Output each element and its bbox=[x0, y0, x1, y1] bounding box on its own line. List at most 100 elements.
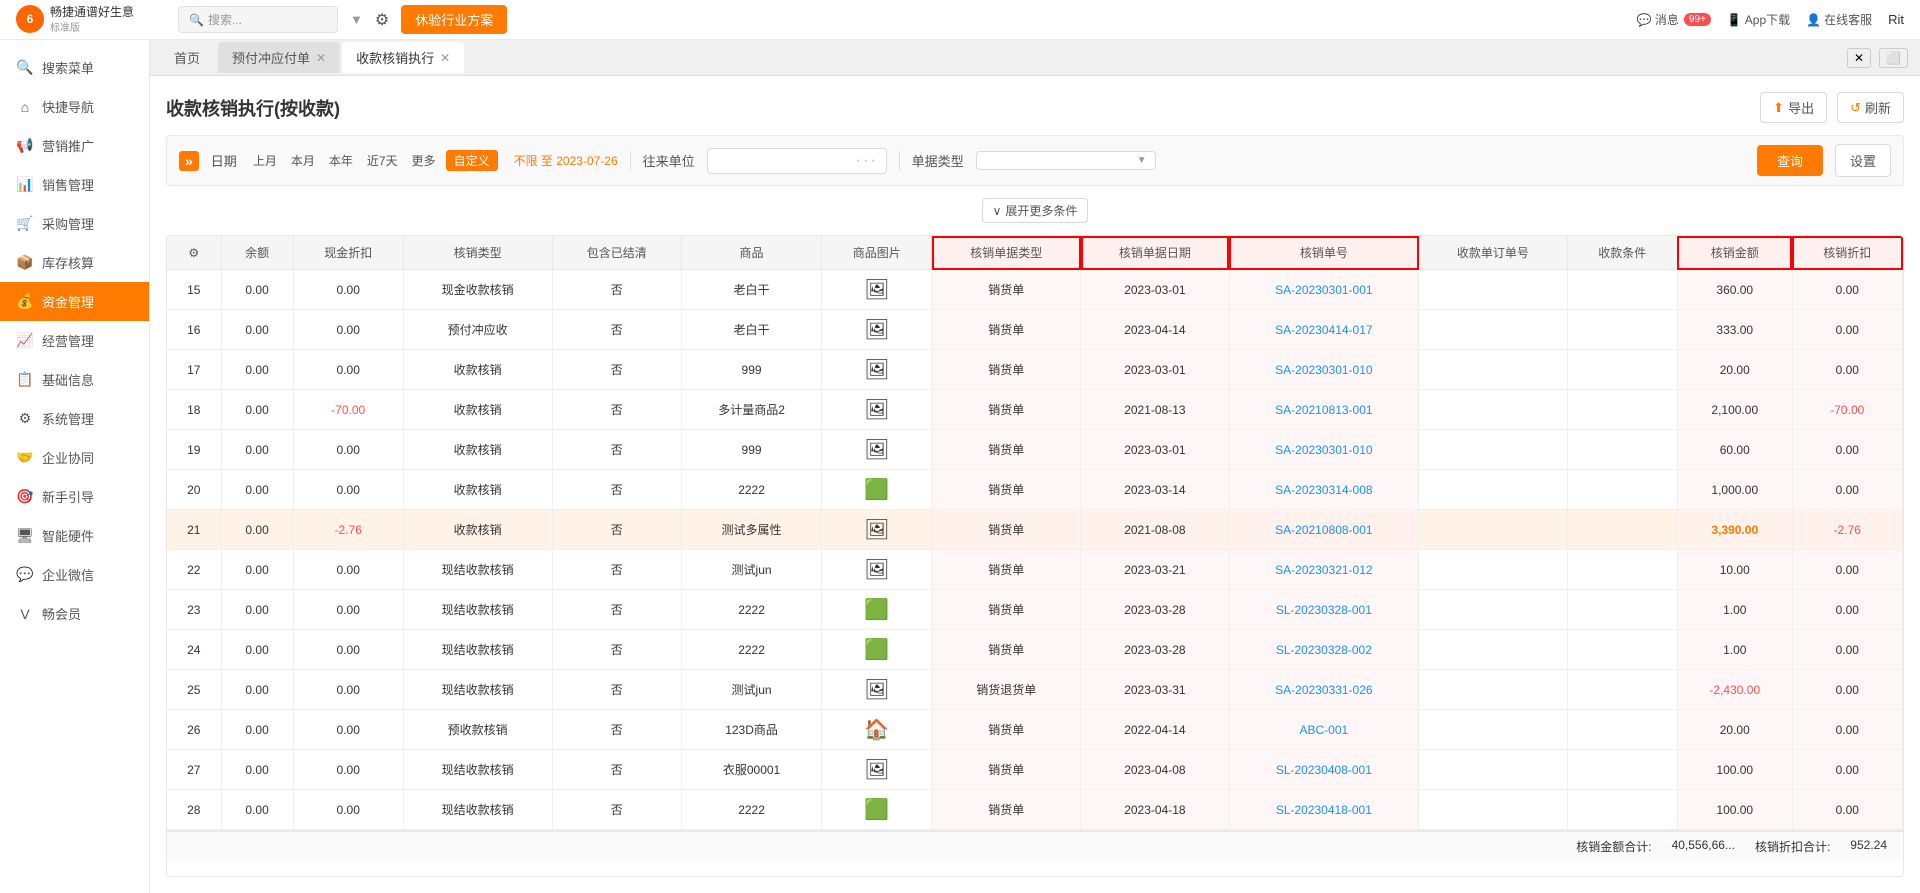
cell-verify-type: 收款核销 bbox=[403, 470, 552, 510]
date-opt-more[interactable]: 更多 bbox=[408, 150, 440, 171]
sidebar-label-inventory: 库存核算 bbox=[42, 253, 94, 272]
data-table-container[interactable]: ⚙ 余额 现金折扣 核销类型 包含已结清 商品 商品图片 核销单据类型 核销单据… bbox=[166, 235, 1904, 877]
cell-receipt-condition bbox=[1567, 710, 1677, 750]
sidebar-item-member[interactable]: V 畅会员 bbox=[0, 594, 149, 633]
cell-receipt-condition bbox=[1567, 310, 1677, 350]
sidebar-item-system[interactable]: ⚙ 系统管理 bbox=[0, 399, 149, 438]
notification-area[interactable]: 💬 消息 99+ bbox=[1637, 11, 1711, 28]
cell-verify-amount: 60.00 bbox=[1677, 430, 1792, 470]
cell-verify-bill-no[interactable]: ABC-001 bbox=[1229, 710, 1418, 750]
col-header-verify-discount: 核销折扣 bbox=[1792, 236, 1902, 270]
message-icon: 💬 bbox=[1637, 13, 1652, 27]
footer-verify-amount-total: 40,556,66... bbox=[1672, 838, 1735, 855]
col-header-verify-bill-type: 核销单据类型 bbox=[932, 236, 1081, 270]
table-row: 21 0.00 -2.76 收款核销 否 测试多属性 🖼 销货单 2021-08… bbox=[167, 510, 1903, 550]
brand: 6 畅捷通谱好生意 标准版 bbox=[16, 5, 166, 34]
refresh-button[interactable]: ↺ 刷新 bbox=[1837, 92, 1904, 123]
col-header-gear[interactable]: ⚙ bbox=[167, 236, 221, 270]
date-filter-label: 日期 bbox=[211, 151, 237, 170]
date-opt-7days[interactable]: 近7天 bbox=[363, 150, 402, 171]
export-label: 导出 bbox=[1788, 98, 1814, 117]
tab-home[interactable]: 首页 bbox=[158, 42, 216, 73]
sidebar-item-collab[interactable]: 🤝 企业协同 bbox=[0, 438, 149, 477]
solution-button[interactable]: 休验行业方案 bbox=[401, 5, 507, 34]
filter-expand-button[interactable]: » bbox=[179, 151, 199, 171]
cell-verify-amount: 2,100.00 bbox=[1677, 390, 1792, 430]
cell-verify-discount: 0.00 bbox=[1792, 710, 1902, 750]
tab-maximize-button[interactable]: ⬜ bbox=[1879, 48, 1908, 68]
sidebar-item-search[interactable]: 🔍 搜索菜单 bbox=[0, 48, 149, 87]
dropdown-icon[interactable]: ▼ bbox=[350, 12, 363, 27]
bill-type-select[interactable]: ▼ bbox=[976, 151, 1156, 170]
cell-cash-discount: 0.00 bbox=[293, 350, 403, 390]
tab-prepay-close[interactable]: ✕ bbox=[316, 51, 326, 65]
tab-receipt-verify[interactable]: 收款核销执行 ✕ bbox=[342, 42, 464, 73]
sidebar-item-wechat[interactable]: 💬 企业微信 bbox=[0, 555, 149, 594]
cell-verify-bill-no[interactable]: SA-20230321-012 bbox=[1229, 550, 1418, 590]
sidebar-item-sales[interactable]: 📊 销售管理 bbox=[0, 165, 149, 204]
cell-verify-bill-no[interactable]: SA-20230301-001 bbox=[1229, 270, 1418, 310]
date-opt-custom[interactable]: 自定义 bbox=[446, 150, 498, 171]
cell-verify-bill-no[interactable]: SA-20230314-008 bbox=[1229, 470, 1418, 510]
top-search-bar[interactable]: 🔍 搜索... bbox=[178, 6, 338, 33]
expand-more-button[interactable]: ∨ 展开更多条件 bbox=[982, 198, 1089, 223]
sidebar-item-inventory[interactable]: 📦 库存核算 bbox=[0, 243, 149, 282]
sidebar-item-basic[interactable]: 📋 基础信息 bbox=[0, 360, 149, 399]
sidebar-item-guide[interactable]: 🎯 新手引导 bbox=[0, 477, 149, 516]
cell-balance: 0.00 bbox=[221, 270, 293, 310]
date-opt-last-month[interactable]: 上月 bbox=[249, 150, 281, 171]
settings-gear-icon[interactable]: ⚙ bbox=[375, 10, 389, 30]
cell-verify-discount: 0.00 bbox=[1792, 310, 1902, 350]
cell-verify-bill-type: 销货单 bbox=[932, 430, 1081, 470]
filter-settings-button[interactable]: 设置 bbox=[1835, 144, 1891, 177]
cell-receipt-order bbox=[1419, 310, 1568, 350]
cell-receipt-order bbox=[1419, 630, 1568, 670]
cell-verify-bill-no[interactable]: SL-20230418-001 bbox=[1229, 790, 1418, 830]
sidebar-item-purchase[interactable]: 🛒 采购管理 bbox=[0, 204, 149, 243]
cell-idx: 22 bbox=[167, 550, 221, 590]
sidebar-item-hardware[interactable]: 🖥 智能硬件 bbox=[0, 516, 149, 555]
cell-product: 2222 bbox=[681, 790, 821, 830]
date-opt-this-year[interactable]: 本年 bbox=[325, 150, 357, 171]
export-button[interactable]: ⬆ 导出 bbox=[1760, 92, 1827, 123]
cell-verify-bill-no[interactable]: SA-20210813-001 bbox=[1229, 390, 1418, 430]
cell-verify-bill-no[interactable]: SL-20230328-001 bbox=[1229, 590, 1418, 630]
online-service[interactable]: 👤 在线客服 bbox=[1806, 11, 1872, 28]
date-opt-this-month[interactable]: 本月 bbox=[287, 150, 319, 171]
cell-verify-bill-no[interactable]: SA-20230301-010 bbox=[1229, 350, 1418, 390]
sidebar-label-basic: 基础信息 bbox=[42, 370, 94, 389]
col-header-included: 包含已结清 bbox=[552, 236, 681, 270]
cell-cash-discount: 0.00 bbox=[293, 310, 403, 350]
sidebar-item-management[interactable]: 📈 经营管理 bbox=[0, 321, 149, 360]
date-range-text: 不限 至 2023-07-26 bbox=[514, 152, 618, 169]
cell-verify-bill-no[interactable]: SL-20230328-002 bbox=[1229, 630, 1418, 670]
cell-verify-bill-no[interactable]: SA-20230331-026 bbox=[1229, 670, 1418, 710]
from-unit-input[interactable]: ··· bbox=[707, 148, 887, 174]
cell-product-img: 🖼 bbox=[822, 510, 932, 550]
sidebar-item-finance[interactable]: 💰 资金管理 bbox=[0, 282, 149, 321]
tab-close-all-button[interactable]: ✕ bbox=[1847, 48, 1871, 68]
col-header-balance: 余额 bbox=[221, 236, 293, 270]
cell-verify-bill-no[interactable]: SA-20230301-010 bbox=[1229, 430, 1418, 470]
cell-verify-discount: 0.00 bbox=[1792, 550, 1902, 590]
cell-verify-bill-no[interactable]: SA-20210808-001 bbox=[1229, 510, 1418, 550]
user-area[interactable]: Rit bbox=[1888, 12, 1904, 27]
tab-prepay[interactable]: 预付冲应付单 ✕ bbox=[218, 42, 340, 73]
sidebar-item-marketing[interactable]: 📢 营销推广 bbox=[0, 126, 149, 165]
app-download[interactable]: 📱 App下载 bbox=[1727, 11, 1790, 28]
from-unit-dots[interactable]: ··· bbox=[856, 152, 878, 170]
cell-verify-type: 现结收款核销 bbox=[403, 750, 552, 790]
cell-verify-bill-type: 销货退货单 bbox=[932, 670, 1081, 710]
cell-verify-bill-no[interactable]: SL-20230408-001 bbox=[1229, 750, 1418, 790]
cell-included: 否 bbox=[552, 430, 681, 470]
cell-verify-bill-no[interactable]: SA-20230414-017 bbox=[1229, 310, 1418, 350]
tab-receipt-verify-close[interactable]: ✕ bbox=[440, 51, 450, 65]
cell-verify-bill-date: 2023-03-01 bbox=[1081, 350, 1230, 390]
sidebar-item-nav[interactable]: ⌂ 快捷导航 bbox=[0, 87, 149, 126]
cell-product: 老白干 bbox=[681, 310, 821, 350]
collab-icon: 🤝 bbox=[16, 449, 34, 467]
cell-verify-discount: -2.76 bbox=[1792, 510, 1902, 550]
cell-verify-type: 预付冲应收 bbox=[403, 310, 552, 350]
query-button[interactable]: 查询 bbox=[1757, 145, 1823, 176]
management-icon: 📈 bbox=[16, 332, 34, 350]
